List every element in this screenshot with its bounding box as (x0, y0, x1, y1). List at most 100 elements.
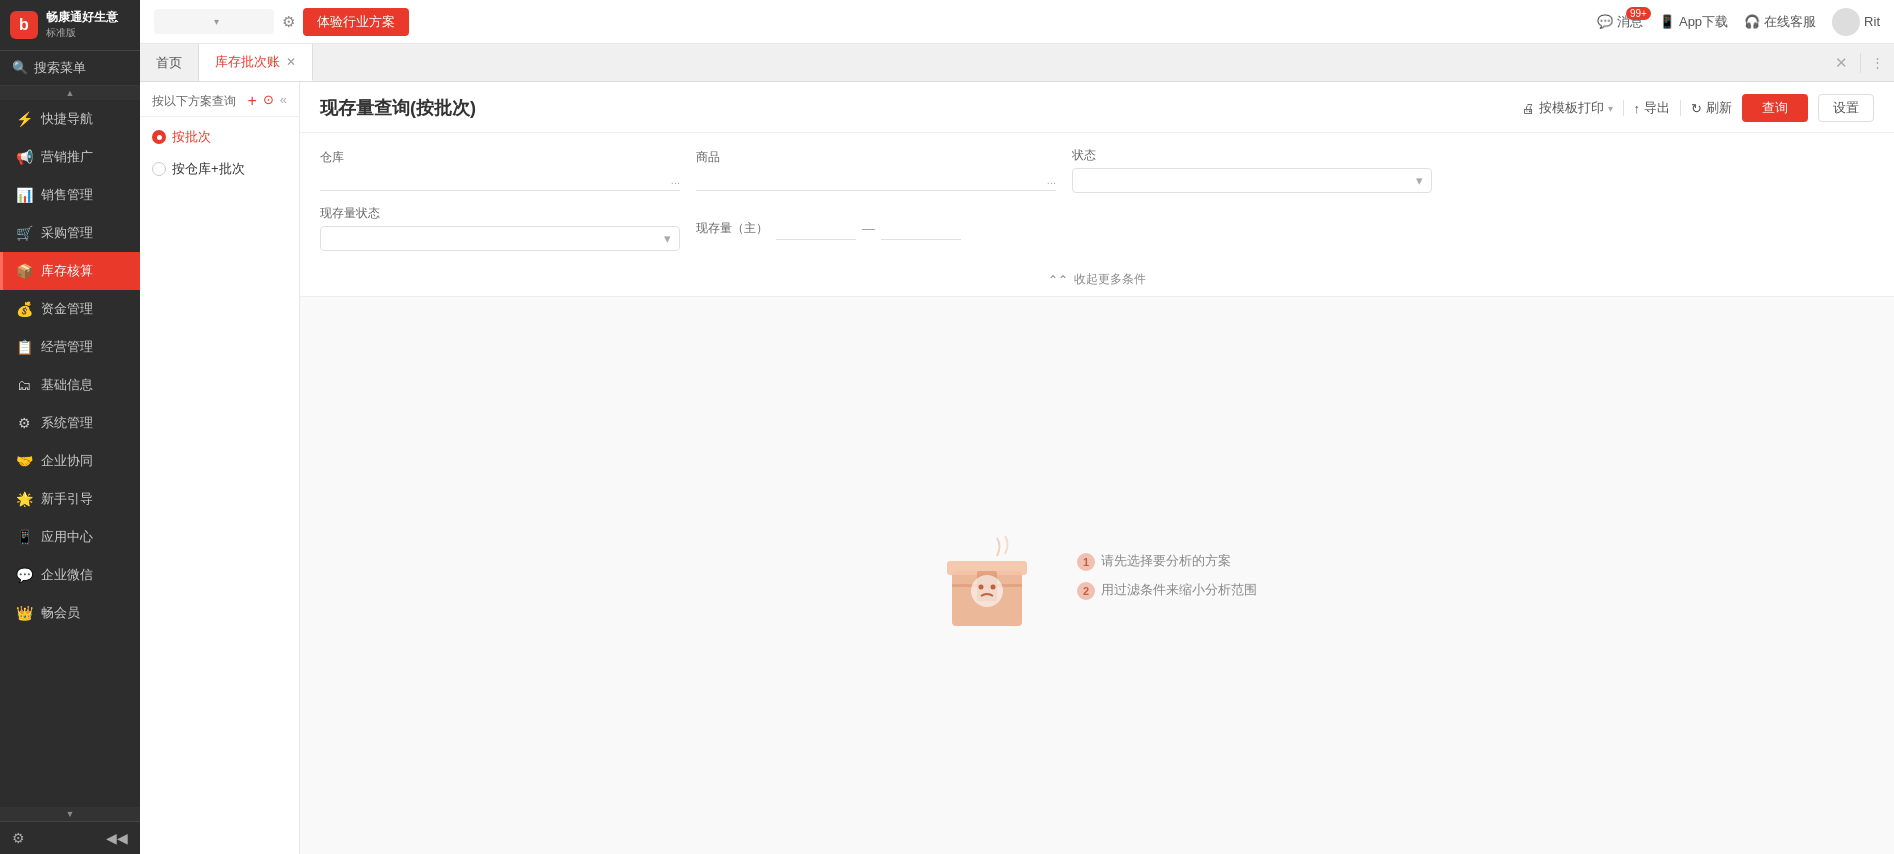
status-label: 状态 (1072, 147, 1432, 164)
sales-icon: 📊 (15, 187, 33, 203)
sidebar-scroll-up[interactable]: ▲ (0, 86, 140, 100)
sidebar: b 畅康通好生意 标准版 🔍 搜索菜单 ▲ ⚡ 快捷导航 📢 营销推广 📊 销售… (0, 0, 140, 854)
sidebar-item-member[interactable]: 👑 畅会员 (0, 594, 140, 632)
sidebar-item-app-center[interactable]: 📱 应用中心 (0, 518, 140, 556)
tab-inventory-batch-label: 库存批次账 (215, 53, 280, 71)
status-select[interactable]: ▾ (1072, 168, 1432, 193)
tab-home[interactable]: 首页 (140, 44, 199, 81)
page-title-actions: 🖨 按模板打印 ▾ ↑ 导出 ↻ 刷新 查询 设置 (1522, 94, 1875, 132)
sidebar-item-label: 资金管理 (41, 300, 93, 318)
page-title: 现存量查询(按批次) (320, 96, 476, 130)
sidebar-scroll-down[interactable]: ▼ (0, 807, 140, 821)
sidebar-item-basic[interactable]: 🗂 基础信息 (0, 366, 140, 404)
search-icon: 🔍 (12, 60, 28, 75)
phone-icon: 📱 (1659, 14, 1675, 29)
basic-icon: 🗂 (15, 377, 33, 393)
filter-row-2: 现存量状态 ▾ 现存量（主） — (320, 205, 1874, 251)
search-menu-label: 搜索菜单 (34, 59, 86, 77)
panel-collapse-icon[interactable]: « (280, 92, 287, 110)
system-icon: ⚙ (15, 415, 33, 431)
export-button[interactable]: ↑ 导出 (1634, 99, 1671, 117)
topbar-gear-icon[interactable]: ⚙ (282, 13, 295, 31)
app-center-icon: 📱 (15, 529, 33, 545)
empty-state: 1 请先选择要分析的方案 2 用过滤条件来缩小分析范围 (300, 297, 1894, 854)
empty-hint-2: 2 用过滤条件来缩小分析范围 (1077, 581, 1257, 600)
refresh-button[interactable]: ↻ 刷新 (1691, 99, 1732, 117)
svg-point-4 (971, 575, 1003, 607)
app-download-button[interactable]: 📱 App下载 (1659, 13, 1728, 31)
stock-qty-to[interactable] (881, 216, 961, 240)
sidebar-header: b 畅康通好生意 标准版 (0, 0, 140, 51)
sidebar-item-enterprise-wechat[interactable]: 💬 企业微信 (0, 556, 140, 594)
sidebar-item-operations[interactable]: 📋 经营管理 (0, 328, 140, 366)
tab-menu-icon[interactable]: ⋮ (1861, 55, 1894, 70)
app-title-block: 畅康通好生意 标准版 (46, 10, 118, 40)
stock-qty-from[interactable] (776, 216, 856, 240)
topbar-search-area[interactable]: ▾ (154, 9, 274, 34)
operations-icon: 📋 (15, 339, 33, 355)
app-logo: b (10, 11, 38, 39)
scheme-item-warehouse-batch[interactable]: 按仓库+批次 (140, 153, 299, 185)
sidebar-item-new-user[interactable]: 🌟 新手引导 (0, 480, 140, 518)
company-name: 畅康通好生意 (46, 10, 118, 26)
sidebar-item-sales[interactable]: 📊 销售管理 (0, 176, 140, 214)
sidebar-item-inventory[interactable]: 📦 库存核算 (0, 252, 140, 290)
stock-status-label: 现存量状态 (320, 205, 680, 222)
action-divider-2 (1680, 100, 1681, 116)
sidebar-item-label: 企业协同 (41, 452, 93, 470)
scroll-up-icon: ▲ (66, 88, 75, 98)
sidebar-item-finance[interactable]: 💰 资金管理 (0, 290, 140, 328)
topbar: ▾ ⚙ 体验行业方案 💬 消息 99+ 📱 App下载 🎧 在线客服 Rit (140, 0, 1894, 44)
sidebar-item-label: 基础信息 (41, 376, 93, 394)
tab-home-label: 首页 (156, 54, 182, 72)
sidebar-item-system[interactable]: ⚙ 系统管理 (0, 404, 140, 442)
left-panel-header: 按以下方案查询 + ⊙ « (140, 82, 299, 117)
main-area: ▾ ⚙ 体验行业方案 💬 消息 99+ 📱 App下载 🎧 在线客服 Rit (140, 0, 1894, 854)
warehouse-label: 仓库 (320, 149, 680, 166)
warehouse-input[interactable]: ... (320, 170, 680, 191)
sidebar-item-label: 企业微信 (41, 566, 93, 584)
product-filter: 商品 ... (696, 149, 1056, 191)
stock-qty-range: — (776, 216, 961, 240)
user-profile-button[interactable]: Rit (1832, 8, 1880, 36)
trial-button[interactable]: 体验行业方案 (303, 8, 409, 36)
sidebar-item-enterprise-collab[interactable]: 🤝 企业协同 (0, 442, 140, 480)
marketing-icon: 📢 (15, 149, 33, 165)
status-chevron: ▾ (1416, 173, 1423, 188)
settings-button[interactable]: 设置 (1818, 94, 1874, 122)
add-scheme-icon[interactable]: + (247, 92, 256, 110)
scheme-settings-icon[interactable]: ⊙ (263, 92, 274, 110)
sidebar-item-quick-nav[interactable]: ⚡ 快捷导航 (0, 100, 140, 138)
sidebar-item-marketing[interactable]: 📢 营销推广 (0, 138, 140, 176)
left-panel-actions: + ⊙ « (247, 92, 287, 110)
product-input[interactable]: ... (696, 170, 1056, 191)
sidebar-item-label: 营销推广 (41, 148, 93, 166)
close-right-button[interactable]: ✕ (1823, 54, 1860, 72)
sidebar-item-label: 畅会员 (41, 604, 80, 622)
username-label: Rit (1864, 14, 1880, 29)
messages-button[interactable]: 💬 消息 99+ (1597, 13, 1643, 31)
search-menu[interactable]: 🔍 搜索菜单 (0, 51, 140, 86)
topbar-right: 💬 消息 99+ 📱 App下载 🎧 在线客服 Rit (1597, 8, 1880, 36)
user-avatar (1832, 8, 1860, 36)
export-label: 导出 (1644, 99, 1670, 117)
sidebar-nav: ⚡ 快捷导航 📢 营销推广 📊 销售管理 🛒 采购管理 📦 库存核算 💰 资金管… (0, 100, 140, 807)
refresh-label: 刷新 (1706, 99, 1732, 117)
empty-svg (937, 526, 1047, 636)
query-button[interactable]: 查询 (1742, 94, 1808, 122)
stock-status-select[interactable]: ▾ (320, 226, 680, 251)
finance-icon: 💰 (15, 301, 33, 317)
sidebar-settings-icon[interactable]: ⚙ (12, 830, 25, 846)
scheme-item-batch[interactable]: 按批次 (140, 121, 299, 153)
collapse-more-button[interactable]: ⌃⌃ 收起更多条件 (320, 263, 1874, 296)
tab-close-icon[interactable]: ✕ (286, 55, 296, 69)
sidebar-collapse-icon[interactable]: ◀◀ (106, 830, 128, 846)
online-service-button[interactable]: 🎧 在线客服 (1744, 13, 1816, 31)
print-button[interactable]: 🖨 按模板打印 ▾ (1522, 99, 1613, 117)
print-label: 按模板打印 (1539, 99, 1604, 117)
scheme-warehouse-batch-label: 按仓库+批次 (172, 160, 245, 178)
scheme-batch-label: 按批次 (172, 128, 211, 146)
tab-inventory-batch[interactable]: 库存批次账 ✕ (199, 44, 313, 81)
app-download-label: App下载 (1679, 13, 1728, 31)
sidebar-item-purchase[interactable]: 🛒 采购管理 (0, 214, 140, 252)
